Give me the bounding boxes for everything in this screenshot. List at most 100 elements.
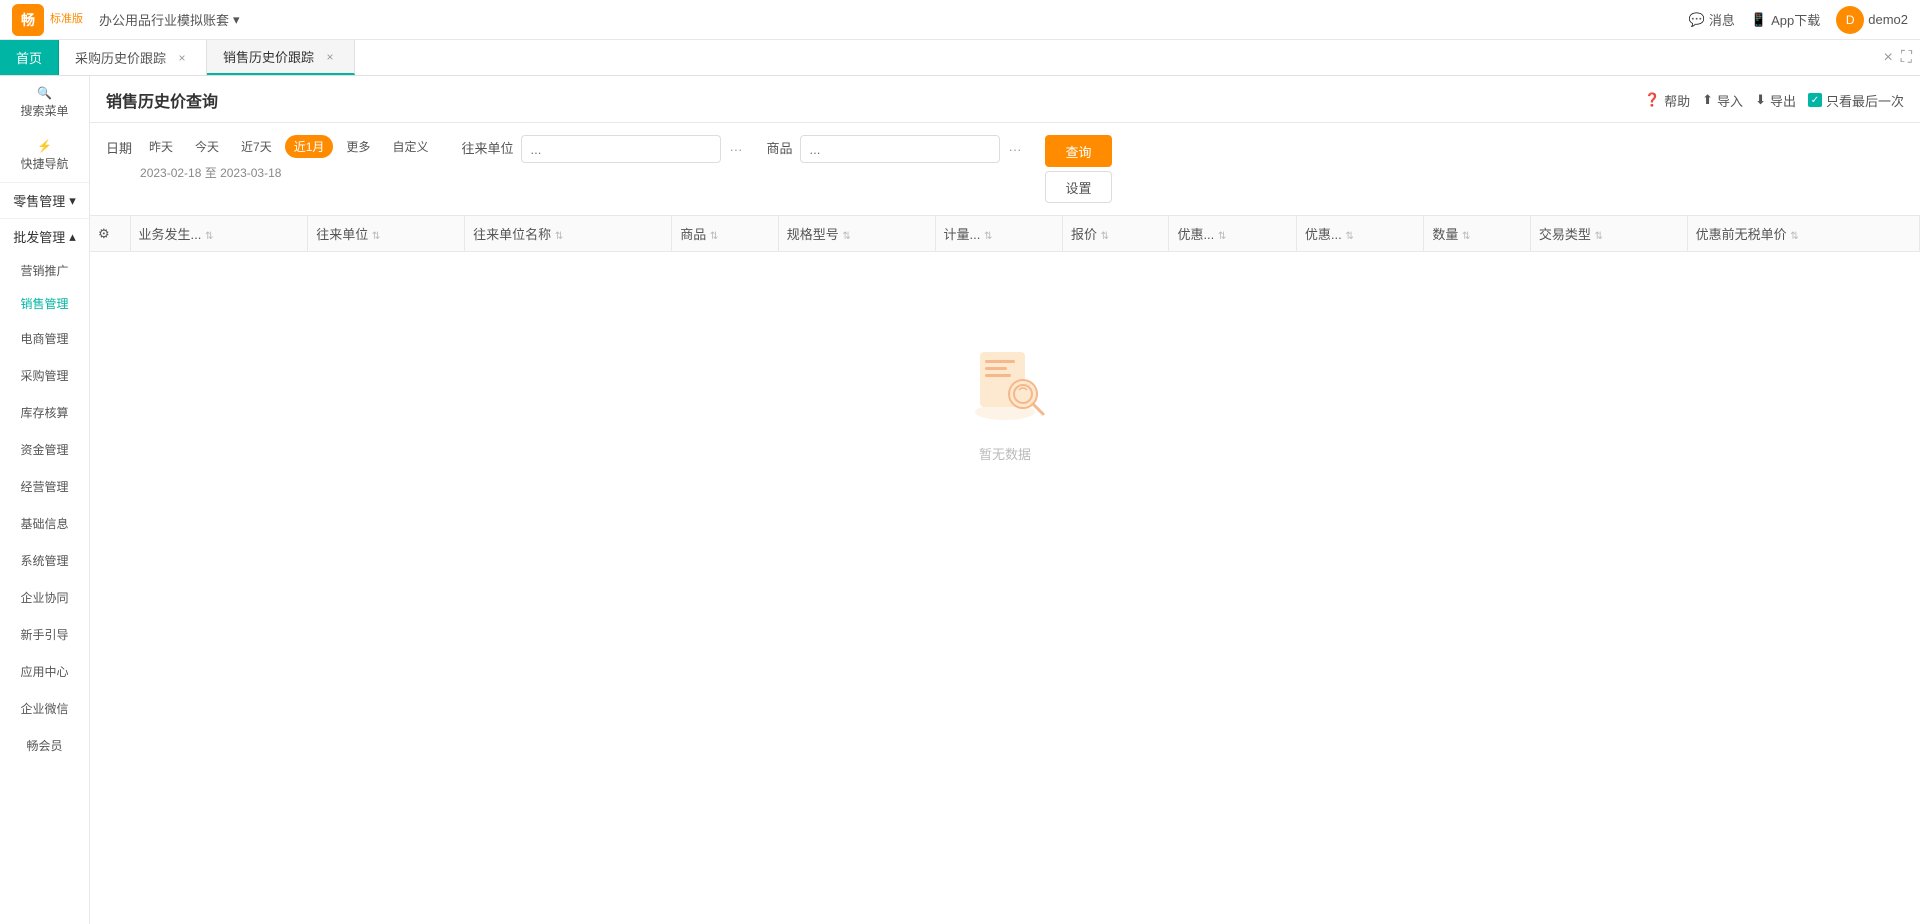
retail-chevron-icon: ▾ (69, 193, 76, 209)
tab-bar-end: × ⛶ (1875, 40, 1920, 75)
only-last-checkbox[interactable]: ✓ 只看最后一次 (1808, 91, 1904, 110)
col-product[interactable]: 商品 ⇅ (672, 216, 778, 252)
sidebar: 🔍 搜索菜单 ⚡ 快捷导航 零售管理 ▾ 批发管理 ▴ 营销推广 销售管理 电商… (0, 76, 90, 924)
help-button[interactable]: ❓ 帮助 (1644, 91, 1690, 110)
date-btn-today[interactable]: 今天 (186, 135, 228, 158)
sidebar-item-member[interactable]: 畅会员 (0, 727, 89, 764)
download-icon: 📱 (1751, 12, 1767, 28)
sort-icon-discount1: ⇅ (1218, 231, 1226, 242)
col-partner-name[interactable]: 往来单位名称 ⇅ (465, 216, 672, 252)
col-unit-label: 计量... (944, 227, 981, 242)
user-area[interactable]: D demo2 (1836, 6, 1908, 34)
logo-text: 标准版 (50, 13, 83, 26)
tab-sales-history-close[interactable]: × (322, 49, 338, 65)
page-title-row: 销售历史价查询 ❓ 帮助 ⬆ 导入 ⬇ 导出 ✓ (106, 88, 1904, 112)
table-container: ⚙ 业务发生... ⇅ 往来单位 ⇅ 往来单位名称 ⇅ (90, 216, 1920, 924)
tab-purchase-history[interactable]: 采购历史价跟踪 × (59, 40, 207, 75)
sidebar-item-app-center[interactable]: 应用中心 (0, 653, 89, 690)
checkbox-icon: ✓ (1808, 93, 1822, 107)
date-btn-more[interactable]: 更多 (337, 135, 379, 158)
sidebar-item-sales-mgmt[interactable]: 销售管理 (0, 287, 89, 320)
sidebar-item-wholesale[interactable]: 批发管理 ▴ (0, 218, 89, 254)
sidebar-item-search[interactable]: 🔍 搜索菜单 (0, 76, 89, 129)
sidebar-item-system[interactable]: 系统管理 (0, 542, 89, 579)
partner-dots-button[interactable]: ··· (729, 142, 742, 157)
export-label: 导出 (1770, 91, 1796, 110)
page-header: 销售历史价查询 ❓ 帮助 ⬆ 导入 ⬇ 导出 ✓ (90, 76, 1920, 123)
col-price-label: 报价 (1071, 227, 1097, 242)
close-all-icon[interactable]: × (1883, 49, 1892, 67)
data-table: ⚙ 业务发生... ⇅ 往来单位 ⇅ 往来单位名称 ⇅ (90, 216, 1920, 252)
sidebar-app-center-label: 应用中心 (20, 663, 68, 680)
sidebar-ecommerce-label: 电商管理 (20, 330, 68, 347)
tab-purchase-history-close[interactable]: × (174, 50, 190, 66)
col-pretax-price[interactable]: 优惠前无税单价 ⇅ (1687, 216, 1919, 252)
product-dots-button[interactable]: ··· (1008, 142, 1021, 157)
maximize-icon[interactable]: ⛶ (1901, 49, 1912, 67)
import-button[interactable]: ⬆ 导入 (1702, 91, 1743, 110)
col-discount2[interactable]: 优惠... ⇅ (1296, 216, 1423, 252)
sidebar-shortcut-label: 快捷导航 (20, 155, 68, 172)
top-bar-right: 💬 消息 📱 App下载 D demo2 (1689, 6, 1908, 34)
sidebar-item-operations[interactable]: 经营管理 (0, 468, 89, 505)
tab-purchase-history-label: 采购历史价跟踪 (75, 48, 166, 67)
sidebar-purchase-label: 采购管理 (20, 367, 68, 384)
export-button[interactable]: ⬇ 导出 (1755, 91, 1796, 110)
col-discount1[interactable]: 优惠... ⇅ (1169, 216, 1296, 252)
col-partner-code[interactable]: 往来单位 ⇅ (308, 216, 465, 252)
sidebar-item-shortcut[interactable]: ⚡ 快捷导航 (0, 129, 89, 182)
date-range: 2023-02-18 至 2023-03-18 (140, 164, 437, 181)
sidebar-item-enterprise[interactable]: 企业协同 (0, 579, 89, 616)
date-btn-custom[interactable]: 自定义 (383, 135, 437, 158)
sidebar-guide-label: 新手引导 (20, 626, 68, 643)
col-gear[interactable]: ⚙ (90, 216, 130, 252)
sidebar-sales-mgmt-label: 销售管理 (20, 297, 68, 311)
col-business-date[interactable]: 业务发生... ⇅ (130, 216, 308, 252)
sidebar-inventory-label: 库存核算 (20, 404, 68, 421)
tab-home[interactable]: 首页 (0, 40, 59, 75)
sidebar-item-inventory[interactable]: 库存核算 (0, 394, 89, 431)
sort-icon-partner-code: ⇅ (372, 231, 380, 242)
sidebar-item-guide[interactable]: 新手引导 (0, 616, 89, 653)
col-quantity[interactable]: 数量 ⇅ (1424, 216, 1530, 252)
date-btn-1month[interactable]: 近1月 (285, 135, 334, 158)
col-price[interactable]: 报价 ⇅ (1062, 216, 1168, 252)
sidebar-wholesale-label: 批发管理 (13, 227, 65, 246)
sidebar-item-marketing[interactable]: 营销推广 (0, 254, 89, 287)
product-input[interactable] (800, 135, 1000, 163)
col-unit[interactable]: 计量... ⇅ (935, 216, 1062, 252)
sidebar-item-purchase[interactable]: 采购管理 (0, 357, 89, 394)
col-spec-label: 规格型号 (787, 227, 839, 242)
partner-input-group: ··· (521, 135, 742, 163)
filter-row: 日期 昨天 今天 近7天 近1月 更多 自定义 2023-02-18 至 202… (90, 123, 1920, 216)
sort-icon-pretax-price: ⇅ (1790, 231, 1798, 242)
partner-input[interactable] (521, 135, 721, 163)
col-spec[interactable]: 规格型号 ⇅ (778, 216, 935, 252)
message-button[interactable]: 💬 消息 (1689, 10, 1735, 29)
app-selector[interactable]: 办公用品行业模拟账套 ▾ (91, 6, 248, 33)
sidebar-item-ecommerce[interactable]: 电商管理 (0, 320, 89, 357)
sidebar-item-retail[interactable]: 零售管理 ▾ (0, 182, 89, 218)
gear-icon[interactable]: ⚙ (98, 226, 110, 241)
settings-button[interactable]: 设置 (1045, 171, 1111, 203)
product-filter-group: 商品 ··· (766, 135, 1021, 163)
date-btn-yesterday[interactable]: 昨天 (140, 135, 182, 158)
message-icon: 💬 (1689, 12, 1705, 28)
col-business-date-label: 业务发生... (139, 227, 202, 242)
dropdown-icon: ▾ (233, 12, 240, 28)
sort-icon-product: ⇅ (710, 231, 718, 242)
sort-icon-price: ⇅ (1101, 231, 1109, 242)
sort-icon-business-date: ⇅ (205, 231, 213, 242)
col-trade-type[interactable]: 交易类型 ⇅ (1530, 216, 1687, 252)
tab-sales-history[interactable]: 销售历史价跟踪 × (207, 40, 355, 75)
sidebar-item-wechat[interactable]: 企业微信 (0, 690, 89, 727)
sidebar-item-finance[interactable]: 资金管理 (0, 431, 89, 468)
query-button[interactable]: 查询 (1045, 135, 1111, 167)
sidebar-operations-label: 经营管理 (20, 478, 68, 495)
app-download-button[interactable]: 📱 App下载 (1751, 10, 1820, 29)
search-icon: 🔍 (37, 86, 52, 100)
sidebar-wechat-label: 企业微信 (20, 700, 68, 717)
sidebar-item-basic[interactable]: 基础信息 (0, 505, 89, 542)
col-discount1-label: 优惠... (1177, 227, 1214, 242)
date-btn-7days[interactable]: 近7天 (232, 135, 281, 158)
